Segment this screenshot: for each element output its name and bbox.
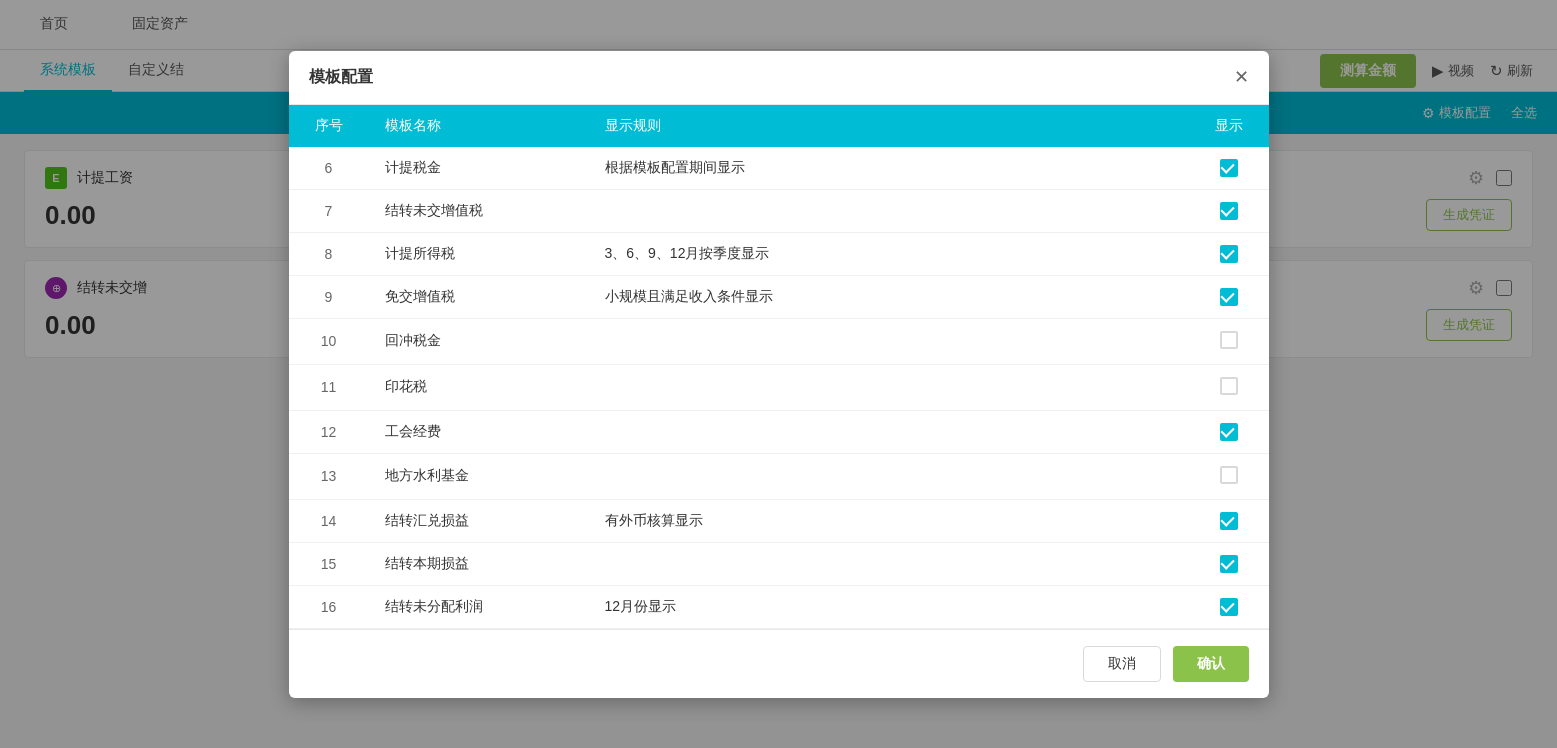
row-name: 印花税 <box>369 364 589 410</box>
row-name: 结转未分配利润 <box>369 585 589 628</box>
row-id: 6 <box>289 147 369 190</box>
row-rule: 小规模且满足收入条件显示 <box>589 275 1189 318</box>
row-display-cell <box>1189 189 1269 232</box>
col-header-rule: 显示规则 <box>589 105 1189 147</box>
row-checkbox[interactable] <box>1220 377 1238 395</box>
row-id: 7 <box>289 189 369 232</box>
row-rule: 12月份显示 <box>589 585 1189 628</box>
row-rule <box>589 453 1189 499</box>
modal-header: 模板配置 ✕ <box>289 51 1269 105</box>
col-header-display: 显示 <box>1189 105 1269 147</box>
row-checkbox[interactable] <box>1220 466 1238 484</box>
row-name: 结转未交增值税 <box>369 189 589 232</box>
row-display-cell <box>1189 147 1269 190</box>
confirm-button[interactable]: 确认 <box>1173 646 1249 682</box>
row-name: 计提所得税 <box>369 232 589 275</box>
row-display-cell <box>1189 410 1269 453</box>
row-display-cell <box>1189 499 1269 542</box>
row-name: 工会经费 <box>369 410 589 453</box>
row-rule <box>589 410 1189 453</box>
cancel-button[interactable]: 取消 <box>1083 646 1161 682</box>
row-rule <box>589 364 1189 410</box>
modal-footer: 取消 确认 <box>289 629 1269 698</box>
row-name: 结转本期损益 <box>369 542 589 585</box>
row-rule <box>589 542 1189 585</box>
row-rule: 根据模板配置期间显示 <box>589 147 1189 190</box>
row-display-cell <box>1189 542 1269 585</box>
row-checkbox[interactable] <box>1220 512 1238 530</box>
row-rule <box>589 189 1189 232</box>
row-name: 计提税金 <box>369 147 589 190</box>
row-name: 结转汇兑损益 <box>369 499 589 542</box>
row-id: 12 <box>289 410 369 453</box>
col-header-name: 模板名称 <box>369 105 589 147</box>
row-id: 10 <box>289 318 369 364</box>
row-name: 免交增值税 <box>369 275 589 318</box>
table-row: 11印花税 <box>289 364 1269 410</box>
row-display-cell <box>1189 232 1269 275</box>
table-row: 12工会经费 <box>289 410 1269 453</box>
modal-body: 序号 模板名称 显示规则 显示 6计提税金根据模板配置期间显示7结转未交增值税8… <box>289 105 1269 629</box>
table-row: 15结转本期损益 <box>289 542 1269 585</box>
table-row: 9免交增值税小规模且满足收入条件显示 <box>289 275 1269 318</box>
row-checkbox[interactable] <box>1220 159 1238 177</box>
modal-template-config: 模板配置 ✕ 序号 模板名称 显示规则 显示 6计提税金根据模板配置期间显示7结… <box>289 51 1269 698</box>
row-id: 16 <box>289 585 369 628</box>
modal-overlay: 模板配置 ✕ 序号 模板名称 显示规则 显示 6计提税金根据模板配置期间显示7结… <box>0 0 1557 748</box>
row-checkbox[interactable] <box>1220 555 1238 573</box>
col-header-id: 序号 <box>289 105 369 147</box>
table-row: 16结转未分配利润12月份显示 <box>289 585 1269 628</box>
row-display-cell <box>1189 318 1269 364</box>
row-display-cell <box>1189 275 1269 318</box>
modal-close-button[interactable]: ✕ <box>1234 68 1249 86</box>
table-row: 6计提税金根据模板配置期间显示 <box>289 147 1269 190</box>
row-checkbox[interactable] <box>1220 423 1238 441</box>
row-checkbox[interactable] <box>1220 598 1238 616</box>
row-display-cell <box>1189 364 1269 410</box>
row-checkbox[interactable] <box>1220 245 1238 263</box>
table-row: 13地方水利基金 <box>289 453 1269 499</box>
row-name: 回冲税金 <box>369 318 589 364</box>
row-checkbox[interactable] <box>1220 288 1238 306</box>
row-display-cell <box>1189 453 1269 499</box>
row-id: 9 <box>289 275 369 318</box>
row-id: 11 <box>289 364 369 410</box>
row-checkbox[interactable] <box>1220 202 1238 220</box>
row-rule <box>589 318 1189 364</box>
row-id: 15 <box>289 542 369 585</box>
row-id: 8 <box>289 232 369 275</box>
row-name: 地方水利基金 <box>369 453 589 499</box>
table-row: 8计提所得税3、6、9、12月按季度显示 <box>289 232 1269 275</box>
row-display-cell <box>1189 585 1269 628</box>
config-table: 序号 模板名称 显示规则 显示 6计提税金根据模板配置期间显示7结转未交增值税8… <box>289 105 1269 629</box>
row-id: 14 <box>289 499 369 542</box>
table-row: 7结转未交增值税 <box>289 189 1269 232</box>
row-rule: 3、6、9、12月按季度显示 <box>589 232 1189 275</box>
row-checkbox[interactable] <box>1220 331 1238 349</box>
row-rule: 有外币核算显示 <box>589 499 1189 542</box>
modal-title: 模板配置 <box>309 67 373 88</box>
table-row: 10回冲税金 <box>289 318 1269 364</box>
table-row: 14结转汇兑损益有外币核算显示 <box>289 499 1269 542</box>
row-id: 13 <box>289 453 369 499</box>
